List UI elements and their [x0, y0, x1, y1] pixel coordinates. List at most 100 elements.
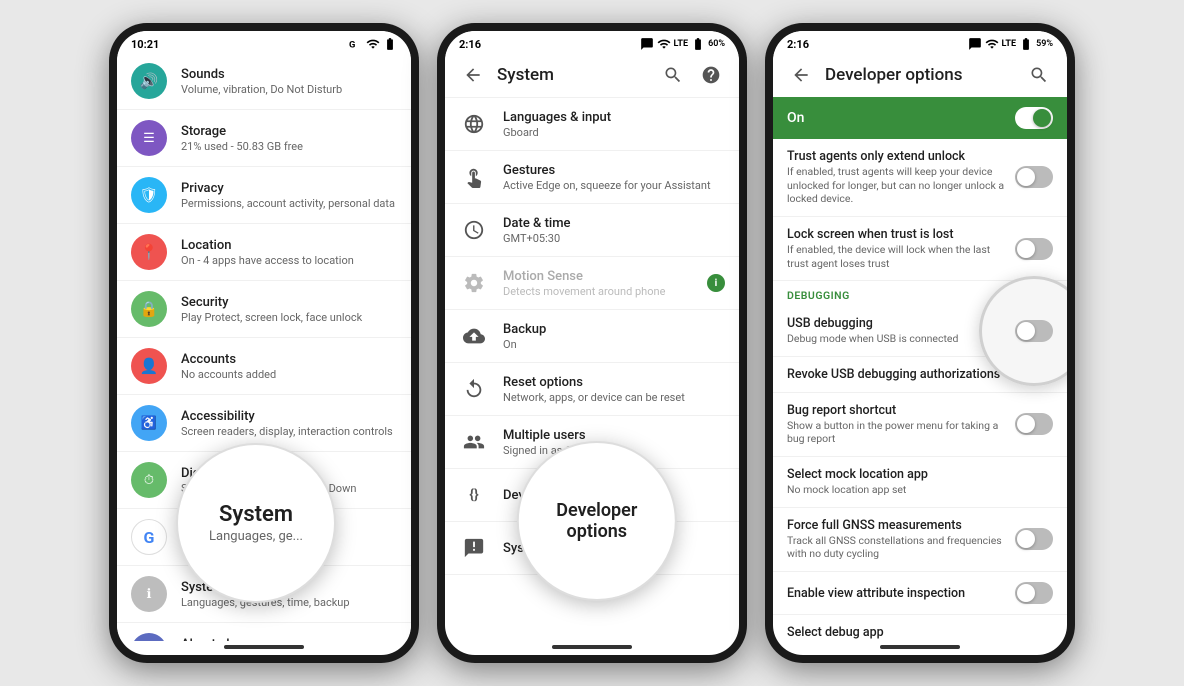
status-bar-1: 10:21 G — [117, 31, 411, 53]
backup-icon — [459, 321, 489, 351]
back-button-3[interactable] — [787, 61, 815, 89]
lockscreen-toggle[interactable] — [1015, 238, 1053, 260]
datetime-title: Date & time — [503, 216, 725, 231]
phone-2-screen: 2:16 LTE 60% System — [445, 31, 739, 655]
status-icons-3: LTE 59% — [968, 37, 1053, 51]
sys-item-languages[interactable]: Languages & input Gboard — [445, 98, 739, 151]
sounds-title: Sounds — [181, 67, 397, 82]
circle-main-1: System — [219, 502, 293, 527]
languages-icon — [459, 109, 489, 139]
gnss-toggle[interactable] — [1015, 528, 1053, 550]
top-bar-2: System — [445, 53, 739, 98]
usb-title: USB debugging — [787, 316, 1007, 331]
lockscreen-title: Lock screen when trust is lost — [787, 227, 1007, 242]
time-2: 2:16 — [459, 38, 481, 51]
storage-subtitle: 21% used - 50.83 GB free — [181, 140, 397, 153]
settings-item-about[interactable]: 📱 About phone Pixel 4 XL — [117, 623, 411, 641]
msg-icon — [640, 37, 654, 51]
about-icon: 📱 — [131, 633, 167, 641]
on-toggle[interactable] — [1015, 107, 1053, 129]
wifi-icon — [366, 37, 380, 51]
storage-title: Storage — [181, 124, 397, 139]
dev-option-lockscreen[interactable]: Lock screen when trust is lost If enable… — [773, 217, 1067, 281]
search-button-2[interactable] — [659, 61, 687, 89]
time-1: 10:21 — [131, 38, 159, 51]
home-bar-2 — [552, 645, 632, 649]
sys-item-datetime[interactable]: Date & time GMT+05:30 — [445, 204, 739, 257]
dev-option-gnss[interactable]: Force full GNSS measurements Track all G… — [773, 508, 1067, 572]
lte-label-3: LTE — [1002, 39, 1017, 49]
trust-title: Trust agents only extend unlock — [787, 149, 1007, 164]
settings-item-storage[interactable]: ☰ Storage 21% used - 50.83 GB free — [117, 110, 411, 167]
datetime-sub: GMT+05:30 — [503, 232, 725, 245]
settings-item-accounts[interactable]: 👤 Accounts No accounts added — [117, 338, 411, 395]
home-bar-3 — [880, 645, 960, 649]
mockloc-title: Select mock location app — [787, 467, 1053, 482]
help-button-2[interactable] — [697, 61, 725, 89]
dev-option-bugreport[interactable]: Bug report shortcut Show a button in the… — [773, 393, 1067, 457]
back-button-2[interactable] — [459, 61, 487, 89]
sysupdate-icon — [459, 533, 489, 563]
sys-item-backup[interactable]: Backup On — [445, 310, 739, 363]
bugreport-toggle[interactable] — [1015, 413, 1053, 435]
security-subtitle: Play Protect, screen lock, face unlock — [181, 311, 397, 324]
gnss-desc: Track all GNSS constellations and freque… — [787, 534, 1007, 561]
viewattr-title: Enable view attribute inspection — [787, 586, 1007, 601]
gestures-title: Gestures — [503, 163, 725, 178]
lte-label-2: LTE — [674, 39, 689, 49]
system-circle-overlay: System Languages, ge... — [176, 443, 336, 603]
circle-sub-1: Languages, ge... — [209, 529, 303, 544]
reset-icon — [459, 374, 489, 404]
msg-icon-3 — [968, 37, 982, 51]
sys-item-reset[interactable]: Reset options Network, apps, or device c… — [445, 363, 739, 416]
accessibility-icon: ♿ — [131, 405, 167, 441]
location-icon: 📍 — [131, 234, 167, 270]
status-icons-1: G — [349, 37, 397, 51]
system-header-title: System — [497, 65, 649, 85]
multiuser-title: Multiple users — [503, 428, 725, 443]
backup-sub: On — [503, 338, 725, 351]
trust-desc: If enabled, trust agents will keep your … — [787, 165, 1007, 206]
motion-title: Motion Sense — [503, 269, 693, 284]
dev-options-title: Developer options — [825, 65, 1015, 85]
dev-option-usb[interactable]: USB debugging Debug mode when USB is con… — [773, 306, 1067, 357]
status-bar-3: 2:16 LTE 59% — [773, 31, 1067, 53]
location-subtitle: On - 4 apps have access to location — [181, 254, 397, 267]
viewattr-toggle[interactable] — [1015, 582, 1053, 604]
accounts-icon: 👤 — [131, 348, 167, 384]
accessibility-subtitle: Screen readers, display, interaction con… — [181, 425, 397, 438]
settings-item-sounds[interactable]: 🔊 Sounds Volume, vibration, Do Not Distu… — [117, 53, 411, 110]
motion-info-badge: i — [707, 274, 725, 292]
settings-item-privacy[interactable]: 🛡 Privacy Permissions, account activity,… — [117, 167, 411, 224]
sys-item-gestures[interactable]: Gestures Active Edge on, squeeze for you… — [445, 151, 739, 204]
sys-item-motion[interactable]: Motion Sense Detects movement around pho… — [445, 257, 739, 310]
gestures-icon — [459, 162, 489, 192]
usb-toggle[interactable] — [1015, 320, 1053, 342]
dev-option-viewattr[interactable]: Enable view attribute inspection — [773, 572, 1067, 615]
dev-option-mockloc[interactable]: Select mock location app No mock locatio… — [773, 457, 1067, 508]
security-title: Security — [181, 295, 397, 310]
dev-option-trust[interactable]: Trust agents only extend unlock If enabl… — [773, 139, 1067, 217]
privacy-icon: 🛡 — [131, 177, 167, 213]
wifi-icon-2 — [657, 37, 671, 51]
security-icon: 🔒 — [131, 291, 167, 327]
search-button-3[interactable] — [1025, 61, 1053, 89]
battery-icon-1 — [383, 37, 397, 51]
phone-3: 2:16 LTE 59% Developer options On — [765, 23, 1075, 663]
reset-title: Reset options — [503, 375, 725, 390]
dev-option-debugapp[interactable]: Select debug app — [773, 615, 1067, 641]
battery-pct-3: 59% — [1036, 39, 1053, 49]
dev-header: Developer options — [773, 53, 1067, 97]
bugreport-title: Bug report shortcut — [787, 403, 1007, 418]
time-3: 2:16 — [787, 38, 809, 51]
trust-toggle[interactable] — [1015, 166, 1053, 188]
settings-item-security[interactable]: 🔒 Security Play Protect, screen lock, fa… — [117, 281, 411, 338]
svg-text:G: G — [349, 40, 355, 51]
settings-item-location[interactable]: 📍 Location On - 4 apps have access to lo… — [117, 224, 411, 281]
phone-1: 10:21 G 🔊 Sounds Volume, vibration, Do N… — [109, 23, 419, 663]
system-icon: ℹ — [131, 576, 167, 612]
battery-icon-2 — [691, 37, 705, 51]
bugreport-desc: Show a button in the power menu for taki… — [787, 419, 1007, 446]
datetime-icon — [459, 215, 489, 245]
on-toggle-row[interactable]: On — [773, 97, 1067, 139]
